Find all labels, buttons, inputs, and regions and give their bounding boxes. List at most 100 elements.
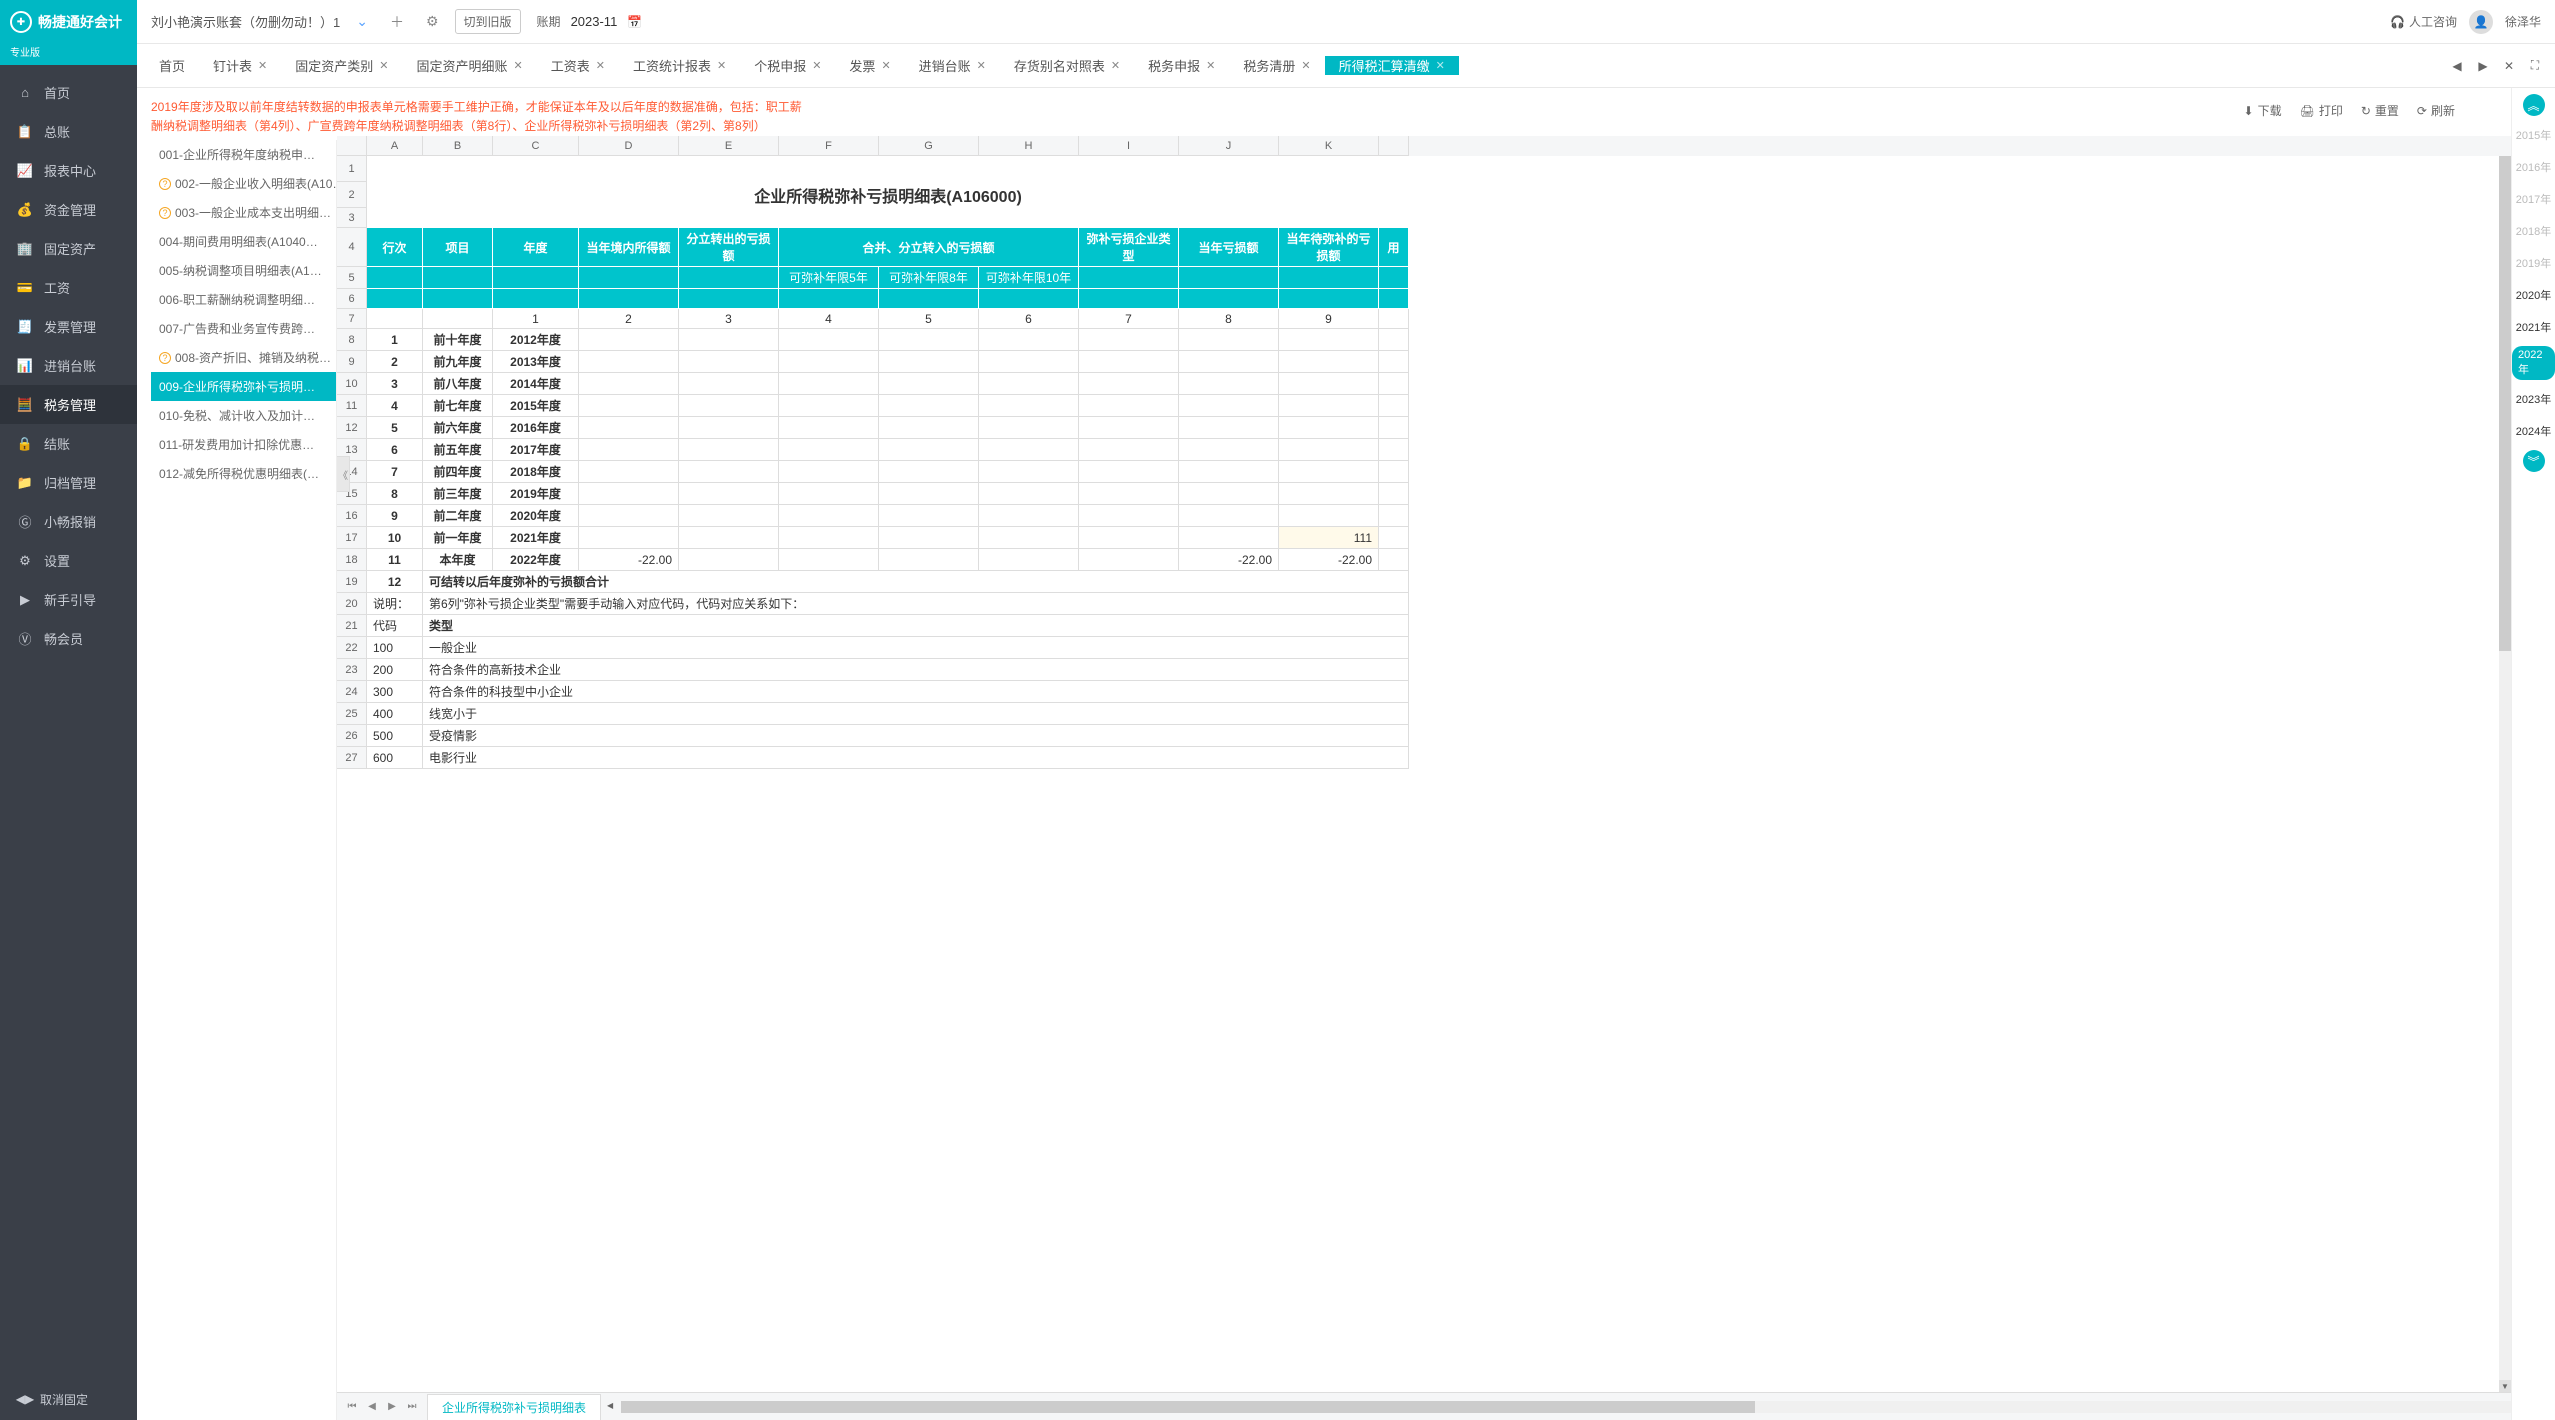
row-header[interactable]: 16 xyxy=(337,505,367,527)
sheet-next-button[interactable]: ▶ xyxy=(383,1398,401,1416)
tab-close-icon[interactable]: ✕ xyxy=(379,59,388,72)
cell[interactable] xyxy=(879,439,979,461)
year-item[interactable]: 2023年 xyxy=(2516,386,2551,412)
tab-close-icon[interactable]: ✕ xyxy=(977,59,986,72)
row-header[interactable]: 20 xyxy=(337,593,367,615)
cell[interactable] xyxy=(1079,395,1179,417)
cell[interactable] xyxy=(979,549,1079,571)
cell[interactable] xyxy=(979,527,1079,549)
year-item[interactable]: 2015年 xyxy=(2516,122,2551,148)
cell[interactable]: 9 xyxy=(1279,309,1379,329)
account-dropdown-icon[interactable]: ⌄ xyxy=(350,13,374,30)
report-item[interactable]: 007-广告费和业务宣传费跨… xyxy=(151,314,336,343)
cell[interactable]: 1 xyxy=(367,329,423,351)
cell[interactable] xyxy=(1079,351,1179,373)
cell[interactable] xyxy=(679,395,779,417)
tab[interactable]: 所得税汇算清缴✕ xyxy=(1325,56,1459,75)
row-header[interactable]: 9 xyxy=(337,351,367,373)
cell[interactable] xyxy=(1179,395,1279,417)
cell[interactable]: 3 xyxy=(367,373,423,395)
cell[interactable]: 9 xyxy=(367,505,423,527)
cell[interactable]: 说明： xyxy=(367,593,423,615)
cell[interactable]: 300 xyxy=(367,681,423,703)
row-header[interactable]: 17 xyxy=(337,527,367,549)
sheet-last-button[interactable]: ⏭ xyxy=(403,1398,421,1416)
col-header[interactable]: D xyxy=(579,136,679,156)
cell[interactable]: 500 xyxy=(367,725,423,747)
cell[interactable] xyxy=(879,329,979,351)
col-header[interactable]: H xyxy=(979,136,1079,156)
cell[interactable] xyxy=(1279,505,1379,527)
nav-item-ledger[interactable]: 📋总账 xyxy=(0,112,137,151)
nav-item-vip[interactable]: Ⓥ畅会员 xyxy=(0,619,137,658)
year-item[interactable]: 2018年 xyxy=(2516,218,2551,244)
scroll-thumb[interactable] xyxy=(2499,148,2511,650)
cell[interactable] xyxy=(679,461,779,483)
cell[interactable] xyxy=(579,417,679,439)
cell[interactable] xyxy=(1079,289,1179,309)
cell[interactable] xyxy=(1379,351,1409,373)
tab-close-icon[interactable]: ✕ xyxy=(881,59,890,72)
cell[interactable]: 3 xyxy=(679,309,779,329)
cell[interactable] xyxy=(879,461,979,483)
cell[interactable] xyxy=(679,505,779,527)
cell[interactable] xyxy=(1079,267,1179,289)
cell[interactable] xyxy=(1379,329,1409,351)
cell[interactable] xyxy=(1379,417,1409,439)
cell[interactable] xyxy=(779,549,879,571)
horizontal-scrollbar[interactable]: ◀ ▶ xyxy=(621,1401,2511,1413)
cell[interactable] xyxy=(679,267,779,289)
cell[interactable]: 当年亏损额 xyxy=(1179,228,1279,267)
cell[interactable]: 合并、分立转入的亏损额 xyxy=(779,228,1079,267)
tab-close-icon[interactable]: ✕ xyxy=(514,59,523,72)
cell[interactable] xyxy=(579,439,679,461)
tab[interactable]: 工资表✕ xyxy=(537,56,619,75)
tab[interactable]: 工资统计报表✕ xyxy=(619,56,740,75)
year-item[interactable]: 2021年 xyxy=(2516,314,2551,340)
cell[interactable]: 前五年度 xyxy=(423,439,493,461)
cell[interactable] xyxy=(1279,417,1379,439)
col-header[interactable]: J xyxy=(1179,136,1279,156)
cell[interactable]: 2020年度 xyxy=(493,505,579,527)
row-header[interactable]: 26 xyxy=(337,725,367,747)
cell[interactable]: 前二年度 xyxy=(423,505,493,527)
col-header[interactable]: K xyxy=(1279,136,1379,156)
cell[interactable]: 受疫情影 xyxy=(423,725,1409,747)
cell[interactable] xyxy=(879,483,979,505)
row-header[interactable]: 25 xyxy=(337,703,367,725)
switch-old-button[interactable]: 切到旧版 xyxy=(455,9,521,34)
report-item[interactable]: 009-企业所得税弥补亏损明… xyxy=(151,372,336,401)
cell[interactable] xyxy=(979,351,1079,373)
row-header[interactable]: 6 xyxy=(337,289,367,309)
cell[interactable]: 600 xyxy=(367,747,423,769)
cell[interactable]: 可弥补年限10年 xyxy=(979,267,1079,289)
cell[interactable] xyxy=(679,483,779,505)
cell[interactable] xyxy=(1279,373,1379,395)
cell[interactable]: 用 xyxy=(1379,228,1409,267)
cell[interactable] xyxy=(367,267,423,289)
period-value[interactable]: 2023-11 xyxy=(571,14,618,29)
row-header[interactable]: 22 xyxy=(337,637,367,659)
cell[interactable]: 符合条件的高新技术企业 xyxy=(423,659,1409,681)
year-down-button[interactable]: ︾ xyxy=(2523,450,2545,472)
tab[interactable]: 发票✕ xyxy=(835,56,904,75)
cell[interactable]: 2018年度 xyxy=(493,461,579,483)
cell[interactable] xyxy=(1379,373,1409,395)
tab[interactable]: 首页 xyxy=(145,56,199,75)
collapse-handle[interactable]: 《 xyxy=(337,456,350,492)
cell[interactable] xyxy=(679,373,779,395)
cell[interactable] xyxy=(779,373,879,395)
cell[interactable]: 前七年度 xyxy=(423,395,493,417)
cell[interactable]: 2015年度 xyxy=(493,395,579,417)
cell[interactable]: 代码 xyxy=(367,615,423,637)
cell[interactable]: 2017年度 xyxy=(493,439,579,461)
consult-button[interactable]: 🎧 人工咨询 xyxy=(2390,13,2457,30)
cell[interactable] xyxy=(879,395,979,417)
tab[interactable]: 钉计表✕ xyxy=(199,56,281,75)
report-item[interactable]: 006-职工薪酬纳税调整明细… xyxy=(151,285,336,314)
cell[interactable]: 前四年度 xyxy=(423,461,493,483)
cell[interactable]: 2012年度 xyxy=(493,329,579,351)
cell[interactable]: 弥补亏损企业类型 xyxy=(1079,228,1179,267)
col-header[interactable]: E xyxy=(679,136,779,156)
cell[interactable]: 5 xyxy=(367,417,423,439)
